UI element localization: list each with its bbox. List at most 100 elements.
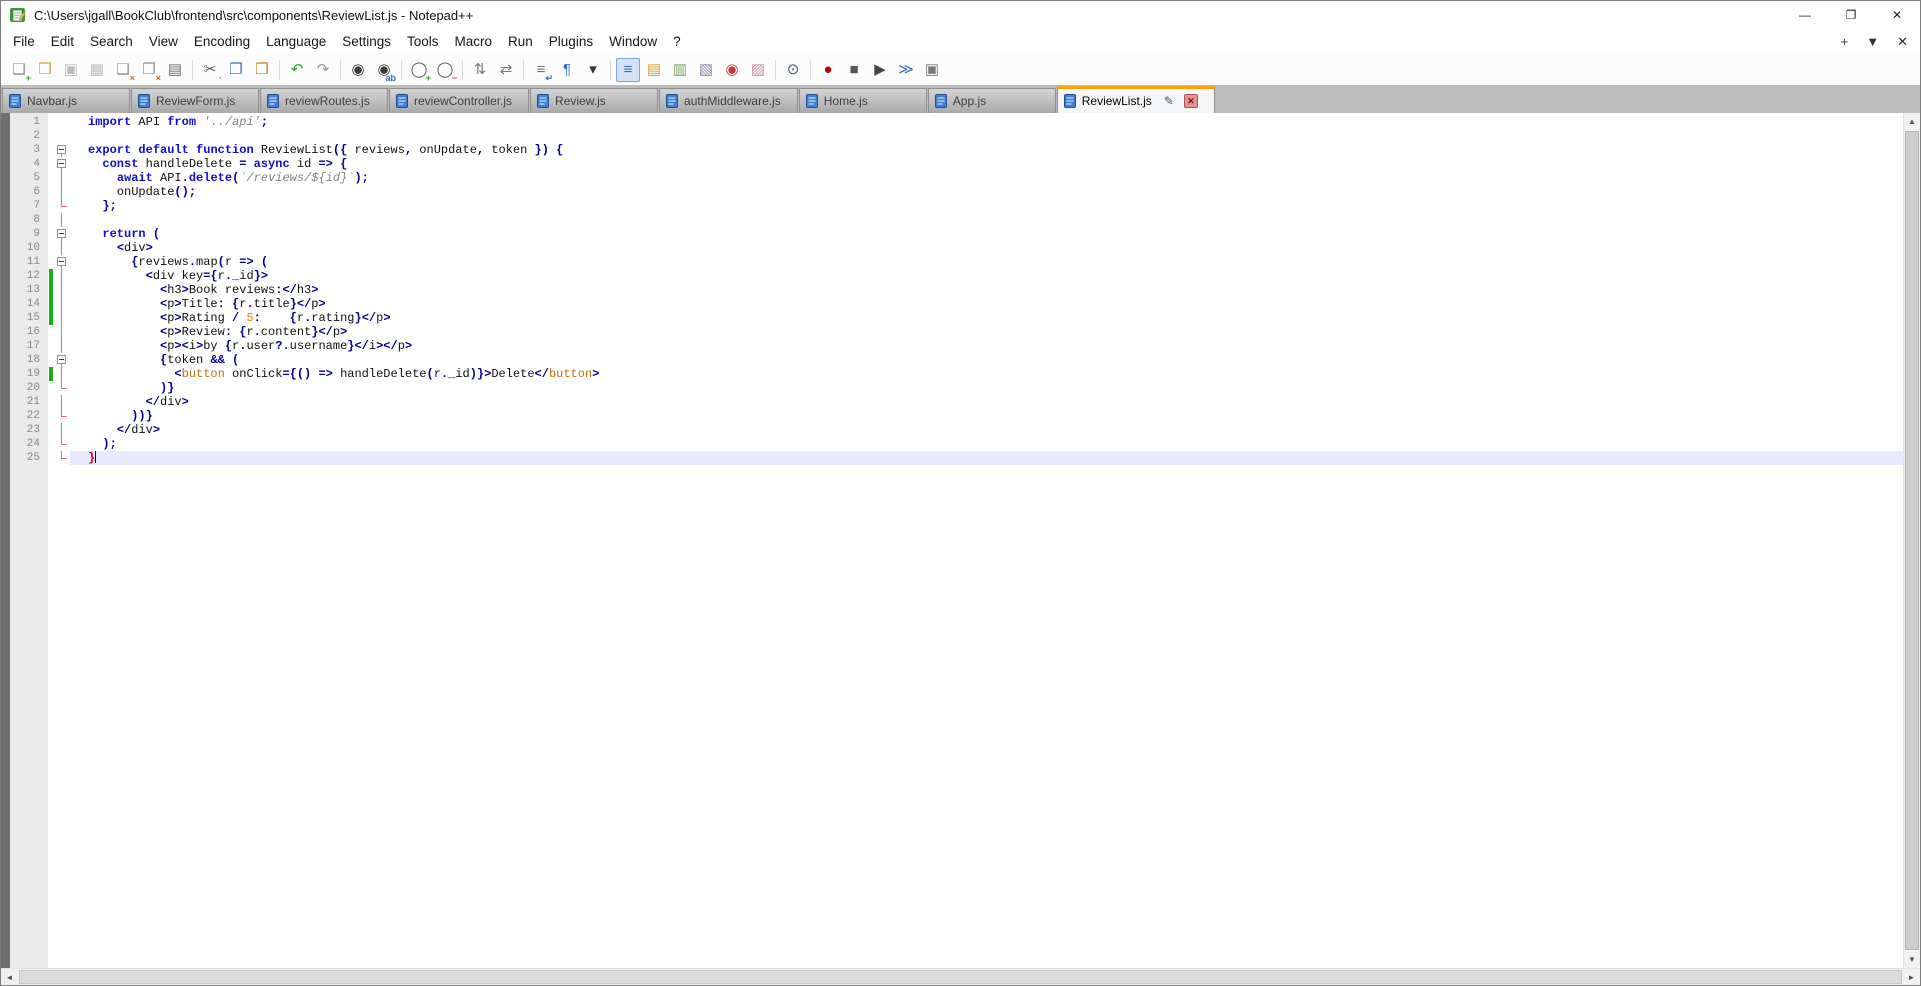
menu-item-[interactable]: ?: [665, 31, 689, 52]
menu-item-language[interactable]: Language: [258, 31, 334, 52]
new-file-icon[interactable]: ❑+: [7, 58, 31, 82]
document-list-icon[interactable]: ▧: [694, 58, 718, 82]
tab-reviewroutes-js[interactable]: reviewRoutes.js: [260, 88, 388, 113]
tab-reviewlist-js[interactable]: ReviewList.js✎✕: [1057, 86, 1215, 113]
code-view[interactable]: import API from '../api'; export default …: [70, 113, 1903, 968]
close-button[interactable]: ✕: [1874, 1, 1920, 29]
tab-reviewcontroller-js[interactable]: reviewController.js: [389, 88, 529, 113]
code-line-5[interactable]: await API.delete(`/reviews/${id}`);: [70, 171, 1903, 185]
tab-review-js[interactable]: Review.js: [530, 88, 658, 113]
tab-navbar-js[interactable]: Navbar.js: [2, 88, 130, 113]
macro-run-multi-icon[interactable]: ≫: [894, 58, 918, 82]
menu-item-edit[interactable]: Edit: [43, 31, 82, 52]
code-line-23[interactable]: </div>: [70, 423, 1903, 437]
find-icon[interactable]: ◉: [346, 58, 370, 82]
tab-home-js[interactable]: Home.js: [799, 88, 927, 113]
sync-horizontal-scroll-icon[interactable]: ⇄: [494, 58, 518, 82]
code-line-11[interactable]: {reviews.map(r => (: [70, 255, 1903, 269]
close-file-icon[interactable]: ❑×: [111, 58, 135, 82]
code-line-2[interactable]: [70, 129, 1903, 143]
vertical-scroll-thumb[interactable]: [1905, 131, 1919, 950]
zoom-in-icon[interactable]: ◯+: [407, 58, 431, 82]
close-all-icon[interactable]: ❐×: [137, 58, 161, 82]
code-line-3[interactable]: export default function ReviewList({ rev…: [70, 143, 1903, 157]
cut-icon[interactable]: ✂·: [198, 58, 222, 82]
macro-stop-icon[interactable]: ■: [842, 58, 866, 82]
menu-item-plugins[interactable]: Plugins: [541, 31, 601, 52]
code-line-19[interactable]: <button onClick={() => handleDelete(r._i…: [70, 367, 1903, 381]
code-line-9[interactable]: return (: [70, 227, 1903, 241]
code-line-7[interactable]: };: [70, 199, 1903, 213]
code-line-1[interactable]: import API from '../api';: [70, 115, 1903, 129]
fold-margin[interactable]: [54, 227, 70, 241]
code-line-20[interactable]: )}: [70, 381, 1903, 395]
macro-play-icon[interactable]: ▶: [868, 58, 892, 82]
minimize-button[interactable]: —: [1782, 1, 1828, 29]
open-file-icon[interactable]: ❒: [33, 58, 57, 82]
fold-margin[interactable]: [54, 157, 70, 171]
indent-guide-icon[interactable]: ≡: [616, 58, 640, 82]
fold-collapse-icon[interactable]: [57, 159, 66, 168]
fold-collapse-icon[interactable]: [57, 355, 66, 364]
document-map-icon[interactable]: ▥: [668, 58, 692, 82]
folder-workspace-icon[interactable]: ▨: [746, 58, 770, 82]
code-line-4[interactable]: const handleDelete = async id => {: [70, 157, 1903, 171]
pin-icon[interactable]: ✎: [1164, 94, 1174, 108]
function-list-icon[interactable]: ▤: [642, 58, 666, 82]
code-line-12[interactable]: <div key={r._id}>: [70, 269, 1903, 283]
menu-item-view[interactable]: View: [141, 31, 186, 52]
menu-item-run[interactable]: Run: [500, 31, 541, 52]
macro-save-icon[interactable]: ▣: [920, 58, 944, 82]
menu-item-macro[interactable]: Macro: [447, 31, 501, 52]
undo-icon[interactable]: ↶: [285, 58, 309, 82]
menu-item-settings[interactable]: Settings: [334, 31, 399, 52]
show-all-chars-icon[interactable]: ¶: [555, 58, 579, 82]
code-line-21[interactable]: </div>: [70, 395, 1903, 409]
code-line-24[interactable]: );: [70, 437, 1903, 451]
tab-app-js[interactable]: App.js: [928, 88, 1056, 113]
code-line-6[interactable]: onUpdate();: [70, 185, 1903, 199]
save-icon[interactable]: ▣: [59, 58, 83, 82]
replace-icon[interactable]: ◉ab: [372, 58, 396, 82]
redo-icon[interactable]: ↷: [311, 58, 335, 82]
scroll-up-arrow-icon[interactable]: ▲: [1904, 113, 1920, 130]
scroll-down-arrow-icon[interactable]: ▼: [1904, 951, 1920, 968]
sync-vertical-scroll-icon[interactable]: ⇅: [468, 58, 492, 82]
fold-collapse-icon[interactable]: [57, 145, 66, 154]
tab-reviewform-js[interactable]: ReviewForm.js: [131, 88, 259, 113]
menu-item-window[interactable]: Window: [601, 31, 665, 52]
code-line-18[interactable]: {token && (: [70, 353, 1903, 367]
menu-item-file[interactable]: File: [5, 31, 43, 52]
fold-margin[interactable]: [54, 143, 70, 157]
word-wrap-icon[interactable]: ≡↵: [529, 58, 553, 82]
code-line-17[interactable]: <p><i>by {r.user?.username}</i></p>: [70, 339, 1903, 353]
tab-close-button[interactable]: ✕: [1184, 94, 1198, 108]
scroll-left-arrow-icon[interactable]: ◄: [1, 969, 18, 985]
menu-item-encoding[interactable]: Encoding: [186, 31, 258, 52]
copy-icon[interactable]: ❐: [224, 58, 248, 82]
zoom-out-icon[interactable]: ◯−: [433, 58, 457, 82]
menu-item-tools[interactable]: Tools: [399, 31, 447, 52]
fold-margin[interactable]: [54, 353, 70, 367]
fold-margin[interactable]: [54, 255, 70, 269]
tab-authmiddleware-js[interactable]: authMiddleware.js: [659, 88, 798, 113]
code-line-16[interactable]: <p>Review: {r.content}</p>: [70, 325, 1903, 339]
code-line-8[interactable]: [70, 213, 1903, 227]
new-tab-button[interactable]: +: [1841, 34, 1849, 49]
code-line-22[interactable]: ))}: [70, 409, 1903, 423]
tab-list-button[interactable]: ▼: [1866, 34, 1879, 49]
eye-icon[interactable]: ⊙: [781, 58, 805, 82]
maximize-button[interactable]: ❐: [1828, 1, 1874, 29]
fold-collapse-icon[interactable]: [57, 229, 66, 238]
code-line-25[interactable]: }: [70, 451, 1903, 465]
print-icon[interactable]: ▤: [163, 58, 187, 82]
save-all-icon[interactable]: ▦: [85, 58, 109, 82]
show-symbol-dropdown-icon[interactable]: ▾: [581, 58, 605, 82]
horizontal-scrollbar[interactable]: ◄ ►: [1, 968, 1920, 985]
code-line-10[interactable]: <div>: [70, 241, 1903, 255]
code-line-13[interactable]: <h3>Book reviews:</h3>: [70, 283, 1903, 297]
fold-collapse-icon[interactable]: [57, 257, 66, 266]
vertical-scrollbar[interactable]: ▲ ▼: [1903, 113, 1920, 968]
horizontal-scroll-thumb[interactable]: [19, 970, 1902, 984]
menu-item-search[interactable]: Search: [82, 31, 141, 52]
